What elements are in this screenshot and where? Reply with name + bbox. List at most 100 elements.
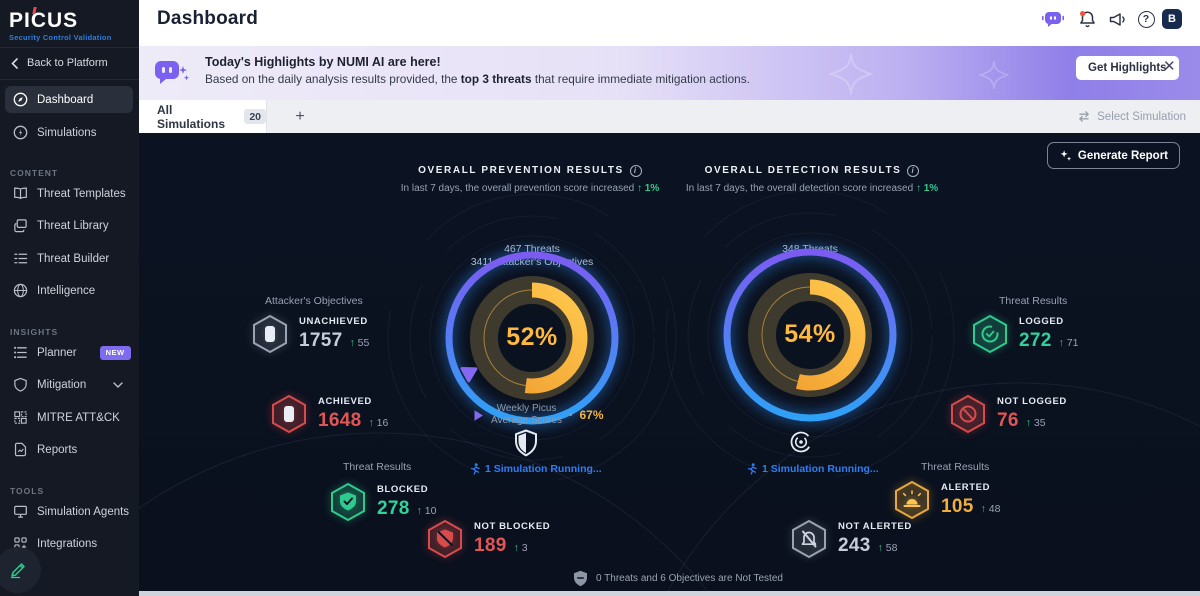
play-icon xyxy=(473,409,484,422)
stat-achieved: ACHIEVED 164816 xyxy=(271,394,388,434)
sparkle-icon xyxy=(1059,149,1072,162)
sidebar-item-threat-builder[interactable]: Threat Builder xyxy=(5,245,133,272)
sidebar-item-label: Dashboard xyxy=(37,94,93,106)
not-tested-note: 0 Threats and 6 Objectives are Not Teste… xyxy=(573,570,783,587)
weekly-average-legend: Weekly PicusAverage Scores • 67% xyxy=(473,403,604,427)
detection-delta: 1% xyxy=(916,183,938,194)
list-builder-icon xyxy=(13,251,28,266)
bottom-strip xyxy=(0,591,1200,596)
alerted-hexagon-icon xyxy=(894,480,930,520)
highlights-banner: Today's Highlights by NUMI AI are here! … xyxy=(139,46,1200,100)
stat-alerted: ALERTED 10548 xyxy=(894,480,1000,520)
sidebar-item-mitre-attack[interactable]: MITRE ATT&CK xyxy=(5,404,133,431)
sidebar-section-tools: TOOLS xyxy=(10,486,44,496)
shield-icon xyxy=(13,377,28,392)
numi-ai-bot-icon[interactable] xyxy=(1042,8,1064,30)
dashboard-panel: Generate Report OVERALL PREVENTION RESUL… xyxy=(139,133,1200,591)
not-tested-label: 0 Threats and 6 Objectives are Not Teste… xyxy=(596,573,783,584)
sidebar-item-label: Threat Library xyxy=(37,220,109,232)
detection-score: 54% xyxy=(750,320,870,349)
sidebar-item-label: Simulation Agents xyxy=(37,506,129,518)
user-avatar[interactable]: B xyxy=(1162,9,1182,29)
grid-icon xyxy=(13,410,28,425)
runner-icon xyxy=(469,463,480,475)
sidebar-item-intelligence[interactable]: Intelligence xyxy=(5,277,133,304)
prevention-subtitle: In last 7 days, the overall prevention s… xyxy=(401,183,634,194)
lightning-circle-icon xyxy=(13,125,28,140)
globe-icon xyxy=(13,283,28,298)
info-icon[interactable] xyxy=(907,165,919,177)
report-file-icon xyxy=(13,442,28,457)
sidebar-item-dashboard[interactable]: Dashboard xyxy=(5,86,133,113)
announcements-megaphone-icon[interactable] xyxy=(1106,8,1128,30)
shield-minus-icon xyxy=(573,570,588,587)
sidebar-section-insights: INSIGHTS xyxy=(10,327,58,337)
select-simulation-button[interactable]: Select Simulation xyxy=(1077,100,1186,133)
top-header: Dashboard B xyxy=(139,0,1200,43)
sidebar-item-label: Mitigation xyxy=(37,379,86,391)
sidebar: PICUS Security Control Validation Back t… xyxy=(0,0,139,596)
chevron-down-icon xyxy=(113,382,123,388)
stat-not-blocked: NOT BLOCKED 1893 xyxy=(427,519,550,559)
decorative-sparkle xyxy=(829,52,873,96)
not-alerted-hexagon-icon xyxy=(791,519,827,559)
copies-icon xyxy=(13,218,28,233)
attackers-objectives-label: Attacker's Objectives xyxy=(265,295,363,307)
planner-icon xyxy=(13,345,28,360)
brand-tagline: Security Control Validation xyxy=(9,33,112,42)
sidebar-item-threat-templates[interactable]: Threat Templates xyxy=(5,180,133,207)
simulation-running-label: 1 Simulation Running... xyxy=(762,463,879,475)
simulation-running-label: 1 Simulation Running... xyxy=(485,463,602,475)
select-simulation-label: Select Simulation xyxy=(1097,111,1186,123)
weekly-average-value: 67% xyxy=(579,408,603,422)
help-icon[interactable] xyxy=(1135,8,1157,30)
sidebar-item-reports[interactable]: Reports xyxy=(5,436,133,463)
swap-arrows-icon xyxy=(1077,111,1091,122)
banner-title: Today's Highlights by NUMI AI are here! xyxy=(205,55,441,69)
unachieved-hexagon-icon xyxy=(252,314,288,354)
chevron-left-icon xyxy=(11,58,18,69)
sidebar-item-simulations[interactable]: Simulations xyxy=(5,119,133,146)
simulation-running-left[interactable]: 1 Simulation Running... xyxy=(469,463,602,475)
threat-results-label-right-bottom: Threat Results xyxy=(921,461,989,473)
tab-all-simulations[interactable]: All Simulations 20 xyxy=(139,100,267,133)
blocked-hexagon-icon xyxy=(330,482,366,522)
sidebar-item-threat-library[interactable]: Threat Library xyxy=(5,212,133,239)
not-blocked-hexagon-icon xyxy=(427,519,463,559)
add-tab-button[interactable]: + xyxy=(283,100,317,133)
generate-report-button[interactable]: Generate Report xyxy=(1047,142,1180,169)
divider xyxy=(0,47,139,48)
sidebar-item-label: Intelligence xyxy=(37,285,95,297)
sidebar-item-label: Threat Builder xyxy=(37,253,109,265)
logged-hexagon-icon xyxy=(972,314,1008,354)
decorative-rings xyxy=(139,133,1200,591)
sidebar-item-simulation-agents[interactable]: Simulation Agents xyxy=(5,498,133,525)
picus-logo[interactable]: PICUS xyxy=(9,9,78,33)
monitor-icon xyxy=(13,504,28,519)
page-title: Dashboard xyxy=(157,8,258,30)
sidebar-section-content: CONTENT xyxy=(10,168,58,178)
sidebar-item-label: MITRE ATT&CK xyxy=(37,412,120,424)
detection-header: OVERALL DETECTION RESULTS In last 7 days… xyxy=(602,160,1022,194)
tab-label: All Simulations xyxy=(157,103,236,131)
back-to-platform-button[interactable]: Back to Platform xyxy=(0,51,139,75)
simulation-tabbar: All Simulations 20 + Select Simulation xyxy=(139,100,1200,133)
book-icon xyxy=(13,186,28,201)
radar-target-icon xyxy=(789,430,813,459)
banner-close-icon[interactable]: ✕ xyxy=(1163,57,1176,75)
stat-blocked: BLOCKED 27810 xyxy=(330,482,436,522)
sidebar-item-mitigation[interactable]: Mitigation xyxy=(5,371,133,398)
compass-icon xyxy=(13,92,28,107)
sidebar-item-planner[interactable]: Planner NEW xyxy=(5,339,133,366)
simulation-running-right[interactable]: 1 Simulation Running... xyxy=(746,463,879,475)
sidebar-item-label: Reports xyxy=(37,444,77,456)
achieved-hexagon-icon xyxy=(271,394,307,434)
stat-unachieved: UNACHIEVED 175755 xyxy=(252,314,369,354)
sidebar-item-label: Planner xyxy=(37,347,77,359)
sidebar-item-label: Threat Templates xyxy=(37,188,126,200)
notifications-bell-icon[interactable] xyxy=(1076,8,1098,30)
feedback-pencil-button[interactable] xyxy=(0,547,41,593)
shield-half-icon xyxy=(514,429,538,462)
prevention-score: 52% xyxy=(472,323,592,352)
stat-not-alerted: NOT ALERTED 24358 xyxy=(791,519,912,559)
